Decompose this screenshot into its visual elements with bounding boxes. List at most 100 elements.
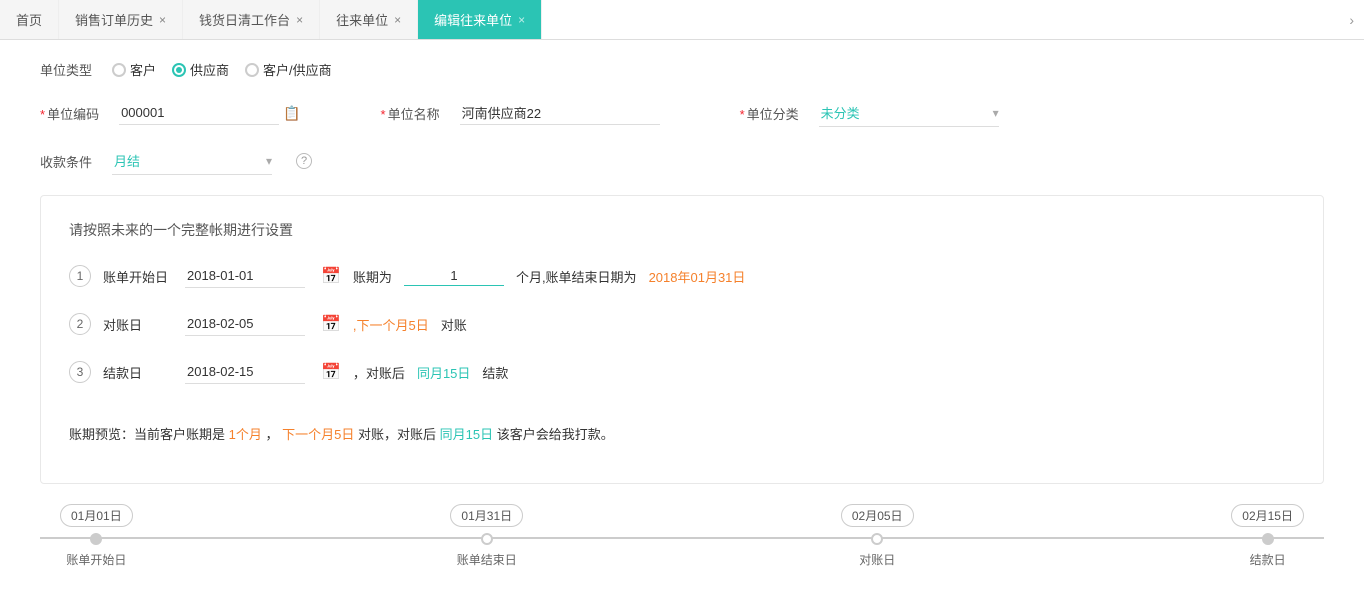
tabs-expand-button[interactable]: ›	[1339, 0, 1364, 39]
step-label-2: 对账日	[103, 315, 173, 334]
step-label-1: 账单开始日	[103, 267, 173, 286]
tab-edit-partner-close[interactable]: ×	[518, 13, 525, 27]
timeline-label-1: 账单开始日	[66, 551, 126, 568]
preview-period: 1个月	[229, 427, 262, 442]
step-1-suffix-after: 个月,账单结束日期为	[516, 267, 637, 286]
step-row-3: 3 结款日 📅 ，对账后 同月15日 结款	[69, 360, 1295, 384]
preview-reconcile-prefix: 下一个月5日	[282, 427, 354, 442]
tab-cash-workbench[interactable]: 钱货日清工作台 ×	[183, 0, 320, 39]
copy-code-icon[interactable]: 📋	[283, 105, 300, 122]
unit-code-label: *单位编码	[40, 104, 99, 123]
unit-type-radio-group: 客户 供应商 客户/供应商	[112, 60, 332, 79]
step-number-1: 1	[69, 265, 91, 287]
settings-card: 请按照未来的一个完整帐期进行设置 1 账单开始日 📅 账期为 个月,账单结束日期…	[40, 195, 1324, 484]
radio-customer-label: 客户	[130, 60, 156, 79]
step-row-1: 1 账单开始日 📅 账期为 个月,账单结束日期为 2018年01月31日	[69, 264, 1295, 288]
tab-sales-history-close[interactable]: ×	[159, 13, 166, 27]
expand-icon: ›	[1349, 12, 1354, 28]
unit-category-label: *单位分类	[740, 104, 799, 123]
preview-reconcile-suffix: 对账，对账后	[358, 427, 436, 442]
payment-condition-label: 收款条件	[40, 152, 92, 171]
timeline-dot-2	[481, 533, 493, 545]
preview-section: 账期预览：当前客户账期是 1个月 ， 下一个月5日 对账，对账后 同月15日 该…	[69, 408, 1295, 459]
tab-home[interactable]: 首页	[0, 0, 59, 39]
step-3-calendar-icon[interactable]: 📅	[321, 362, 341, 382]
payment-condition-row: 收款条件 月结 ▾ ?	[40, 147, 1324, 175]
tab-cash-workbench-close[interactable]: ×	[296, 13, 303, 27]
radio-both[interactable]: 客户/供应商	[245, 60, 332, 79]
step-1-calendar-icon[interactable]: 📅	[321, 266, 341, 286]
tab-partner-units-close[interactable]: ×	[394, 13, 401, 27]
tabs-bar: 首页 销售订单历史 × 钱货日清工作台 × 往来单位 × 编辑往来单位 × ›	[0, 0, 1364, 40]
step-3-highlight: 同月15日	[417, 363, 470, 382]
timeline-badge-4: 02月15日	[1231, 504, 1304, 527]
step-2-date-input[interactable]	[185, 312, 305, 336]
tab-sales-history[interactable]: 销售订单历史 ×	[59, 0, 183, 39]
radio-supplier-circle	[172, 63, 186, 77]
timeline-badge-1: 01月01日	[60, 504, 133, 527]
tab-cash-workbench-label: 钱货日清工作台	[199, 10, 290, 29]
step-3-date-input[interactable]	[185, 360, 305, 384]
step-1-date-input[interactable]	[185, 264, 305, 288]
tab-sales-history-label: 销售订单历史	[75, 10, 153, 29]
timeline-points: 01月01日 账单开始日 01月31日 账单结束日 02月05日 对账日 02月…	[60, 504, 1304, 568]
timeline-label-2: 账单结束日	[457, 551, 517, 568]
payment-dropdown-icon: ▾	[266, 154, 272, 168]
tab-partner-units[interactable]: 往来单位 ×	[320, 0, 418, 39]
step-3-prefix: ，对账后	[353, 363, 405, 382]
tab-home-label: 首页	[16, 10, 42, 29]
step-row-2: 2 对账日 📅 ,下一个月5日 对账	[69, 312, 1295, 336]
step-1-suffix-before: 账期为	[353, 267, 392, 286]
payment-help-icon[interactable]: ?	[296, 153, 312, 169]
timeline-badge-3: 02月05日	[841, 504, 914, 527]
timeline-dot-3	[871, 533, 883, 545]
timeline-point-4: 02月15日 结款日	[1231, 504, 1304, 568]
preview-payment: 同月15日	[440, 427, 493, 442]
timeline-badge-2: 01月31日	[450, 504, 523, 527]
step-number-2: 2	[69, 313, 91, 335]
step-1-result-date: 2018年01月31日	[649, 267, 746, 286]
unit-type-label: 单位类型	[40, 60, 92, 79]
card-title: 请按照未来的一个完整帐期进行设置	[69, 220, 1295, 240]
preview-ending: 该客户会给我打款。	[497, 427, 614, 442]
timeline-dot-1	[90, 533, 102, 545]
tab-edit-partner-label: 编辑往来单位	[434, 10, 512, 29]
timeline-point-1: 01月01日 账单开始日	[60, 504, 133, 568]
step-2-suffix: 对账	[441, 315, 467, 334]
unit-type-row: 单位类型 客户 供应商 客户/供应商	[40, 60, 1324, 79]
timeline-label-3: 对账日	[859, 551, 895, 568]
radio-both-label: 客户/供应商	[263, 60, 332, 79]
unit-info-row: *单位编码 📋 *单位名称 *单位分类 未分类 ▾	[40, 99, 1324, 127]
step-2-calendar-icon[interactable]: 📅	[321, 314, 341, 334]
required-mark-code: *	[40, 107, 45, 122]
payment-condition-value: 月结	[112, 147, 266, 174]
required-mark-name: *	[381, 107, 386, 122]
unit-category-select[interactable]: 未分类 ▾	[819, 99, 999, 127]
unit-code-input[interactable]	[119, 101, 279, 125]
step-number-3: 3	[69, 361, 91, 383]
radio-supplier-label: 供应商	[190, 60, 229, 79]
payment-condition-select[interactable]: 月结 ▾	[112, 147, 272, 175]
radio-both-circle	[245, 63, 259, 77]
preview-label: 账期预览：当前客户账期是	[69, 427, 225, 442]
timeline-label-4: 结款日	[1250, 551, 1286, 568]
step-3-suffix: 结款	[482, 363, 508, 382]
content-area: 单位类型 客户 供应商 客户/供应商 *单位编码 📋	[0, 40, 1364, 608]
radio-customer-circle	[112, 63, 126, 77]
step-label-3: 结款日	[103, 363, 173, 382]
timeline-point-3: 02月05日 对账日	[841, 504, 914, 568]
tab-partner-units-label: 往来单位	[336, 10, 388, 29]
step-2-highlight: ,下一个月5日	[353, 315, 429, 334]
radio-supplier[interactable]: 供应商	[172, 60, 229, 79]
step-1-period-input[interactable]	[404, 266, 504, 286]
tab-edit-partner[interactable]: 编辑往来单位 ×	[418, 0, 542, 39]
unit-name-label: *单位名称	[381, 104, 440, 123]
timeline-dot-4	[1262, 533, 1274, 545]
category-dropdown-icon: ▾	[993, 106, 999, 120]
timeline-wrapper: 01月01日 账单开始日 01月31日 账单结束日 02月05日 对账日 02月…	[40, 504, 1324, 568]
radio-customer[interactable]: 客户	[112, 60, 156, 79]
timeline-point-2: 01月31日 账单结束日	[450, 504, 523, 568]
required-mark-category: *	[740, 107, 745, 122]
unit-category-value: 未分类	[819, 99, 993, 126]
unit-name-input[interactable]	[460, 101, 660, 125]
